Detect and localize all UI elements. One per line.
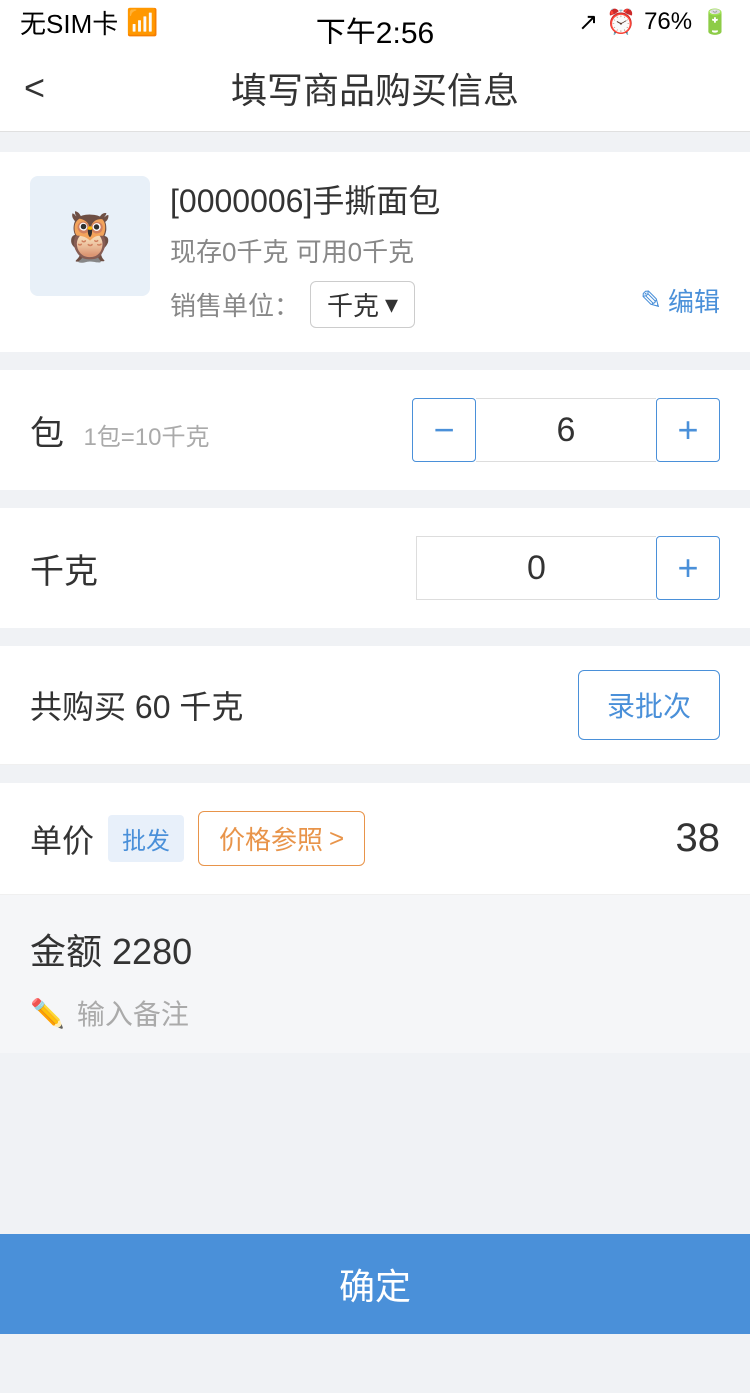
product-stock: 现存0千克 可用0千克 xyxy=(170,232,720,269)
kg-input-row: 千克 + xyxy=(0,508,750,628)
product-info: [0000006]手撕面包 现存0千克 可用0千克 销售单位： 千克 ▾ xyxy=(170,176,720,328)
kg-label: 千克 xyxy=(30,544,416,593)
product-image: 🦉 xyxy=(30,176,150,296)
kg-qty-input[interactable] xyxy=(416,536,656,600)
batch-button[interactable]: 录批次 xyxy=(578,670,720,740)
edit-label: 编辑 xyxy=(668,282,720,319)
total-text: 共购买 60 千克 xyxy=(30,682,243,728)
bao-plus-button[interactable]: + xyxy=(656,398,720,462)
price-ref-chevron-icon: > xyxy=(329,823,344,854)
back-button[interactable]: < xyxy=(24,67,45,109)
product-logo-icon: 🦉 xyxy=(60,208,120,265)
amount-number: 2280 xyxy=(112,931,192,972)
amount-section: 金额 2280 ✏️ 输入备注 xyxy=(0,895,750,1053)
unit-select[interactable]: 千克 ▾ xyxy=(310,281,415,328)
battery-text: 76% xyxy=(644,8,692,36)
nav-bar: < 填写商品购买信息 xyxy=(0,44,750,132)
unit-label: 销售单位： xyxy=(170,286,300,323)
location-icon: ↗ xyxy=(578,8,598,37)
empty-space xyxy=(0,1053,750,1393)
unit-chevron-icon: ▾ xyxy=(385,289,398,320)
kg-plus-button[interactable]: + xyxy=(656,536,720,600)
status-right: ↗ ⏰ 76% 🔋 xyxy=(578,8,730,37)
price-label: 单价 xyxy=(30,816,94,862)
kg-input-section: 千克 + xyxy=(0,508,750,628)
battery-icon: 🔋 xyxy=(700,8,730,37)
note-placeholder: 输入备注 xyxy=(77,993,189,1033)
bao-input-section: 包 1包=10千克 − + xyxy=(0,370,750,490)
edit-icon: ✎ xyxy=(640,285,662,316)
total-section: 共购买 60 千克 录批次 xyxy=(0,646,750,765)
bao-hint: 1包=10千克 xyxy=(83,424,209,451)
confirm-button[interactable]: 确定 xyxy=(0,1234,750,1334)
price-value: 38 xyxy=(676,816,721,861)
bao-label-text: 包 xyxy=(30,415,64,453)
product-unit-row: 销售单位： 千克 ▾ xyxy=(170,281,720,328)
bao-qty-input[interactable] xyxy=(476,398,656,462)
product-section: 🦉 [0000006]手撕面包 现存0千克 可用0千克 销售单位： 千克 ▾ ✎… xyxy=(0,152,750,352)
bao-label: 包 1包=10千克 xyxy=(30,406,412,455)
note-row[interactable]: ✏️ 输入备注 xyxy=(30,993,720,1033)
status-left: 无SIM卡 📶 xyxy=(20,4,159,41)
amount-label: 金额 xyxy=(30,931,102,972)
price-ref-label: 价格参照 xyxy=(219,820,323,857)
bao-minus-button[interactable]: − xyxy=(412,398,476,462)
amount-row: 金额 2280 xyxy=(30,923,720,975)
pencil-icon: ✏️ xyxy=(30,997,65,1030)
wifi-icon: 📶 xyxy=(126,7,158,38)
bao-input-row: 包 1包=10千克 − + xyxy=(0,370,750,490)
price-section: 单价 批发 价格参照 > 38 xyxy=(0,783,750,895)
bao-qty-control: − + xyxy=(412,398,720,462)
edit-button[interactable]: ✎ 编辑 xyxy=(640,282,720,319)
kg-qty-control: + xyxy=(416,536,720,600)
price-tag: 批发 xyxy=(108,815,184,862)
carrier-text: 无SIM卡 xyxy=(20,4,118,41)
page-title: 填写商品购买信息 xyxy=(231,62,519,114)
status-bar: 无SIM卡 📶 下午2:56 ↗ ⏰ 76% 🔋 xyxy=(0,0,750,44)
price-ref-button[interactable]: 价格参照 > xyxy=(198,811,365,866)
unit-value: 千克 xyxy=(327,286,379,323)
product-name: [0000006]手撕面包 xyxy=(170,176,720,222)
alarm-icon: ⏰ xyxy=(606,8,636,37)
